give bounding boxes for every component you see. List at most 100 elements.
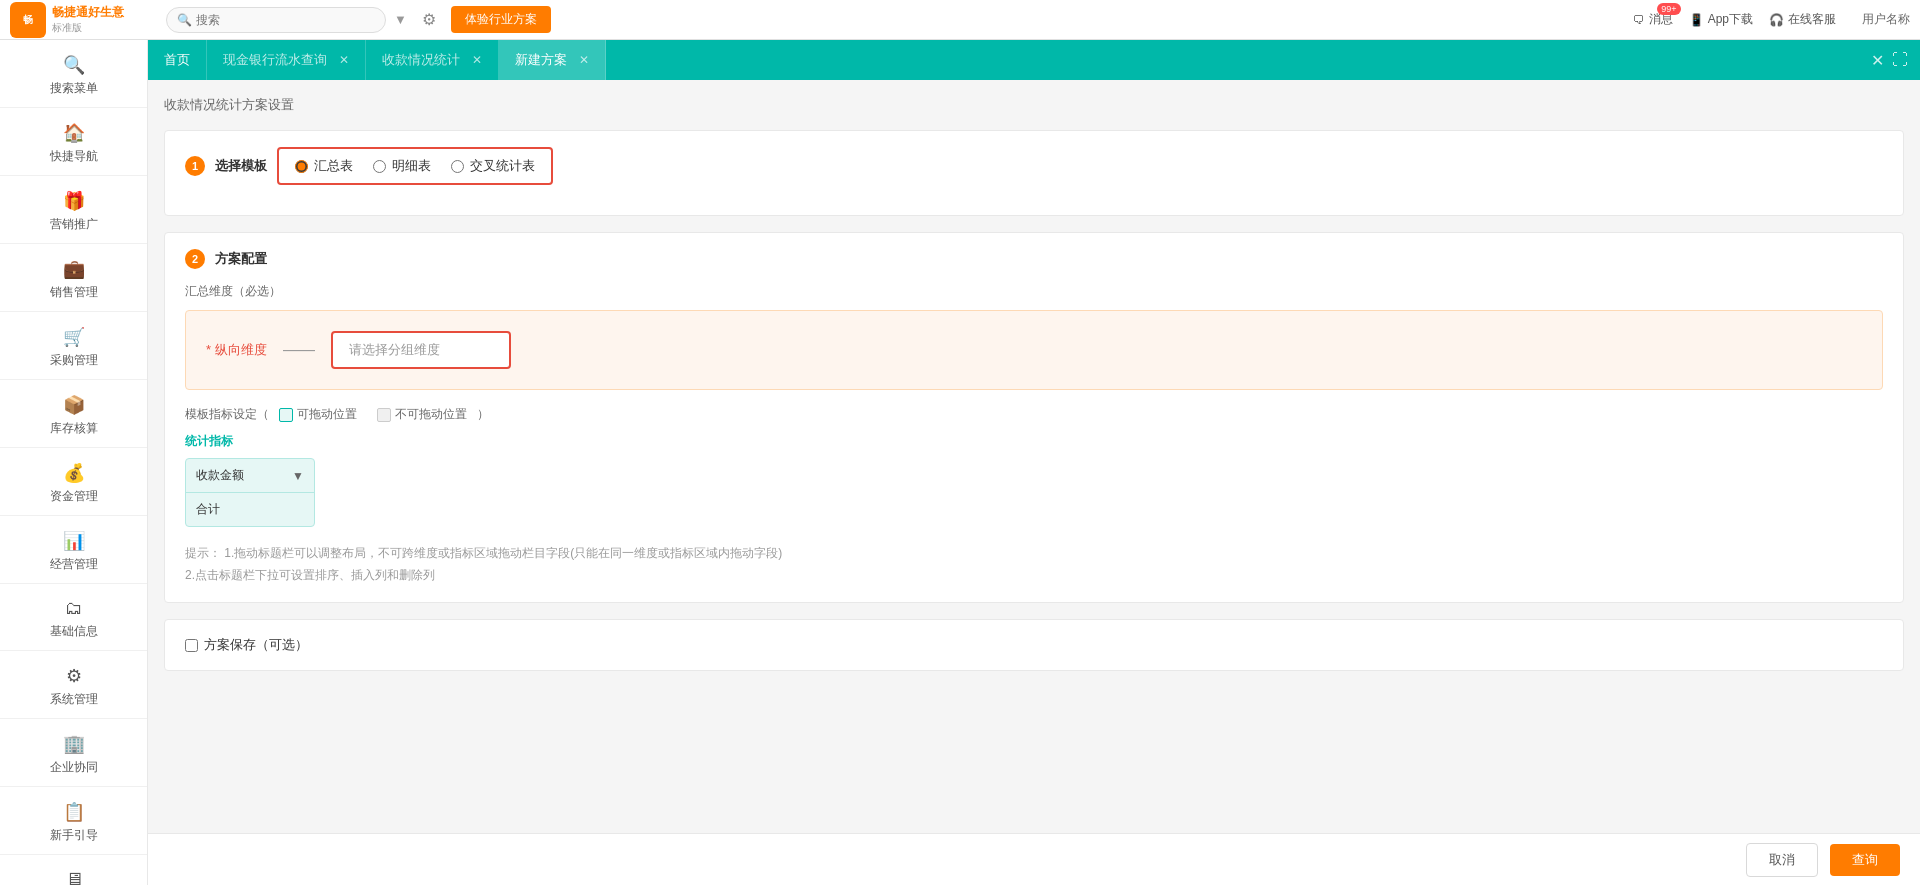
- dimension-title: 汇总维度（必选）: [185, 283, 1883, 300]
- metrics-header-label: 模板指标设定（: [185, 406, 269, 423]
- query-button[interactable]: 查询: [1830, 844, 1900, 876]
- quick-nav-label: 快捷导航: [50, 148, 98, 165]
- step2-card: 2 方案配置 汇总维度（必选） 纵向维度 —— 请选择分组维度: [164, 232, 1904, 603]
- tab-collect-stats[interactable]: 收款情况统计✕: [366, 40, 499, 80]
- enterprise-icon: 🏢: [63, 733, 85, 755]
- arrow-icon: ——: [283, 341, 315, 359]
- footer: 取消 查询: [148, 833, 1920, 885]
- sidebar-item-enterprise[interactable]: 🏢 企业协同: [0, 719, 147, 787]
- smart-hw-icon: 🖥: [65, 869, 83, 885]
- quick-nav-icon: 🏠: [63, 122, 85, 144]
- sidebar-item-smart-hw[interactable]: 🖥 智能硬件: [0, 855, 147, 885]
- top-bar: 畅 畅捷通好生意 标准版 🔍 ▼ ⚙ 体验行业方案 🗨 消息 99+ 📱 App…: [0, 0, 1920, 40]
- tab-close-new-scheme[interactable]: ✕: [579, 53, 589, 67]
- non-draggable-box: [377, 408, 391, 422]
- sidebar-item-purchase[interactable]: 🛒 采购管理: [0, 312, 147, 380]
- search-bar[interactable]: 🔍: [166, 7, 386, 33]
- tab-close-collect-stats[interactable]: ✕: [472, 53, 482, 67]
- system-icon: ⚙: [66, 665, 82, 687]
- sidebar-item-marketing[interactable]: 🎁 营销推广: [0, 176, 147, 244]
- tip1: 提示： 1.拖动标题栏可以调整布局，不可跨维度或指标区域拖动栏目字段(只能在同一…: [185, 543, 1883, 565]
- step2-header: 2 方案配置: [185, 249, 1883, 269]
- newbie-label: 新手引导: [50, 827, 98, 844]
- sidebar-item-system[interactable]: ⚙ 系统管理: [0, 651, 147, 719]
- sidebar-item-newbie[interactable]: 📋 新手引导: [0, 787, 147, 855]
- operation-label: 经营管理: [50, 556, 98, 573]
- dropdown-icon[interactable]: ▼: [394, 12, 407, 27]
- tip1-text: 提示： 1.拖动标题栏可以调整布局，不可跨维度或指标区域拖动栏目字段(只能在同一…: [185, 543, 782, 565]
- template-selection: 汇总表 明细表 交叉统计表: [277, 147, 553, 185]
- tab-home[interactable]: 首页: [148, 40, 207, 80]
- sidebar-item-basic[interactable]: 🗂 基础信息: [0, 584, 147, 651]
- radio-cross[interactable]: 交叉统计表: [451, 157, 535, 175]
- metrics-card-dropdown[interactable]: ▼: [292, 469, 304, 483]
- tab-bank-flow[interactable]: 现金银行流水查询 ✕: [207, 40, 366, 80]
- download-label: App下载: [1708, 11, 1753, 28]
- tab-new-scheme[interactable]: 新建方案✕: [499, 40, 606, 80]
- brand: 畅 畅捷通好生意 标准版: [10, 2, 158, 38]
- metrics-card: 收款金额 ▼ 合计: [185, 458, 315, 527]
- cancel-button[interactable]: 取消: [1746, 843, 1818, 877]
- download-action[interactable]: 📱 App下载: [1689, 11, 1753, 28]
- close-bracket: ）: [477, 406, 489, 423]
- metrics-card-body: 合计: [186, 493, 314, 526]
- brand-logo: 畅: [10, 2, 46, 38]
- search-input[interactable]: [196, 13, 375, 27]
- tab-bar-spacer: [606, 40, 1859, 80]
- dimension-input[interactable]: 请选择分组维度: [331, 331, 511, 369]
- operation-icon: 📊: [63, 530, 85, 552]
- tab-label-bank-flow: 现金银行流水查询: [223, 51, 327, 69]
- content-area: 首页现金银行流水查询✕收款情况统计✕新建方案✕ ✕ ⛶ 收款情况统计方案设置 1…: [148, 40, 1920, 885]
- sidebar-item-operation[interactable]: 📊 经营管理: [0, 516, 147, 584]
- sales-label: 销售管理: [50, 284, 98, 301]
- config-section: 汇总维度（必选） 纵向维度 —— 请选择分组维度 模板指标设定（: [185, 283, 1883, 586]
- save-checkbox-input[interactable]: [185, 639, 198, 652]
- purchase-label: 采购管理: [50, 352, 98, 369]
- step2-number: 2: [185, 249, 205, 269]
- message-action[interactable]: 🗨 消息 99+: [1633, 11, 1673, 28]
- message-icon: 🗨: [1633, 13, 1645, 27]
- legend-draggable: 可拖动位置: [279, 406, 357, 423]
- metrics-section: 模板指标设定（ 可拖动位置 不可拖动位置 ）: [185, 406, 1883, 527]
- sidebar-item-search-menu[interactable]: 🔍 搜索菜单: [0, 40, 147, 108]
- user-info: 用户名称: [1862, 11, 1910, 28]
- close-window-btn[interactable]: ✕: [1871, 51, 1884, 70]
- main-layout: 🔍 搜索菜单 🏠 快捷导航 🎁 营销推广 💼 销售管理 🛒 采购管理 📦 库存核…: [0, 40, 1920, 885]
- download-icon: 📱: [1689, 13, 1704, 27]
- tip2: 2.点击标题栏下拉可设置排序、插入列和删除列: [185, 565, 1883, 587]
- trial-button[interactable]: 体验行业方案: [451, 6, 551, 33]
- service-label: 在线客服: [1788, 11, 1836, 28]
- enterprise-label: 企业协同: [50, 759, 98, 776]
- sidebar: 🔍 搜索菜单 🏠 快捷导航 🎁 营销推广 💼 销售管理 🛒 采购管理 📦 库存核…: [0, 40, 148, 885]
- tab-bar: 首页现金银行流水查询✕收款情况统计✕新建方案✕ ✕ ⛶: [148, 40, 1920, 80]
- sidebar-item-sales[interactable]: 💼 销售管理: [0, 244, 147, 312]
- sidebar-item-quick-nav[interactable]: 🏠 快捷导航: [0, 108, 147, 176]
- sales-icon: 💼: [63, 258, 85, 280]
- metrics-card-title: 收款金额: [196, 467, 244, 484]
- tips-section: 提示： 1.拖动标题栏可以调整布局，不可跨维度或指标区域拖动栏目字段(只能在同一…: [185, 543, 1883, 586]
- draggable-label: 可拖动位置: [297, 406, 357, 423]
- tip2-text: 2.点击标题栏下拉可设置排序、插入列和删除列: [185, 565, 435, 587]
- service-action[interactable]: 🎧 在线客服: [1769, 11, 1836, 28]
- marketing-label: 营销推广: [50, 216, 98, 233]
- bottom-section: 方案保存（可选）: [164, 619, 1904, 671]
- radio-summary[interactable]: 汇总表: [295, 157, 353, 175]
- sidebar-item-finance[interactable]: 💰 资金管理: [0, 448, 147, 516]
- settings-icon[interactable]: ⚙: [415, 6, 443, 34]
- maximize-btn[interactable]: ⛶: [1892, 51, 1908, 69]
- basic-icon: 🗂: [65, 598, 83, 619]
- newbie-icon: 📋: [63, 801, 85, 823]
- radio-detail[interactable]: 明细表: [373, 157, 431, 175]
- save-checkbox-label: 方案保存（可选）: [204, 636, 308, 654]
- brand-name: 畅捷通好生意: [52, 4, 124, 21]
- save-checkbox[interactable]: 方案保存（可选）: [185, 636, 308, 654]
- sidebar-item-inventory[interactable]: 📦 库存核算: [0, 380, 147, 448]
- tab-bar-controls: ✕ ⛶: [1859, 40, 1920, 80]
- metrics-group-label: 统计指标: [185, 433, 1883, 450]
- radio-summary-label: 汇总表: [314, 157, 353, 175]
- search-icon: 🔍: [177, 13, 192, 27]
- finance-icon: 💰: [63, 462, 85, 484]
- system-label: 系统管理: [50, 691, 98, 708]
- tab-close-bank-flow[interactable]: ✕: [339, 53, 349, 67]
- service-icon: 🎧: [1769, 13, 1784, 27]
